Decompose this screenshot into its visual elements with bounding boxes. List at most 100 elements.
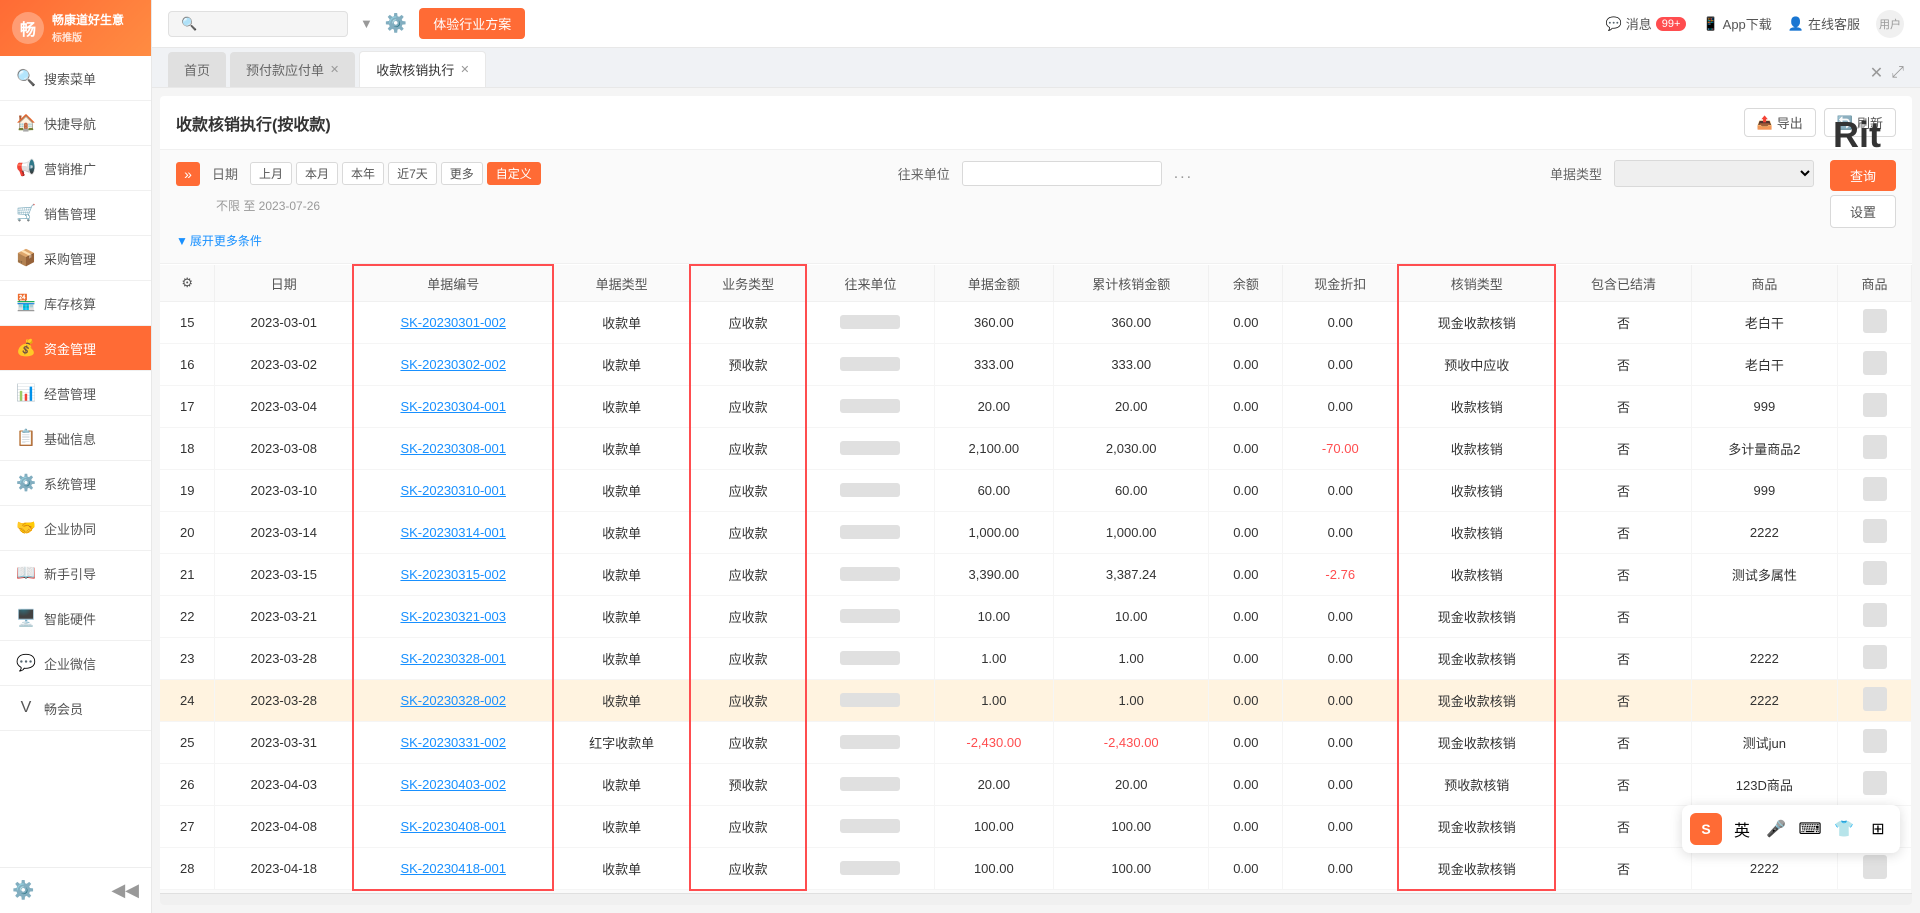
sidebar-settings-icon[interactable]: ⚙️ <box>12 880 34 901</box>
user-avatar[interactable]: 用户 <box>1876 10 1904 38</box>
tab-收款核销执行[interactable]: 收款核销执行✕ <box>359 51 486 87</box>
topbar-search-box[interactable]: 🔍 <box>168 11 348 37</box>
blurred-value <box>840 651 900 665</box>
logo-sub: 标推版 <box>52 29 124 44</box>
cell-balance: 0.00 <box>1209 344 1283 386</box>
bill-no-link[interactable]: SK-20230304-001 <box>400 399 506 414</box>
cell-balance: 0.00 <box>1209 428 1283 470</box>
cell-bill-no[interactable]: SK-20230418-001 <box>353 848 553 890</box>
cell-bill-no[interactable]: SK-20230314-001 <box>353 512 553 554</box>
sidebar-item-营销推广[interactable]: 📢营销推广 <box>0 146 151 191</box>
horizontal-scrollbar[interactable] <box>160 893 1912 905</box>
cell-date: 2023-04-18 <box>215 848 353 890</box>
tab-close-2[interactable]: ✕ <box>460 63 469 76</box>
tab-预付款应付单[interactable]: 预付款应付单✕ <box>230 52 355 87</box>
bill-no-link[interactable]: SK-20230302-002 <box>400 357 506 372</box>
cell-idx: 22 <box>160 596 215 638</box>
bill-no-link[interactable]: SK-20230301-002 <box>400 315 506 330</box>
topbar-settings-icon[interactable]: ⚙️ <box>385 13 407 34</box>
bill-no-link[interactable]: SK-20230321-003 <box>400 609 506 624</box>
bill-no-link[interactable]: SK-20230308-001 <box>400 441 506 456</box>
sidebar-item-资金管理[interactable]: 💰资金管理 <box>0 326 151 371</box>
float-icon-keyboard[interactable]: ⌨ <box>1796 815 1824 843</box>
sidebar-item-基础信息[interactable]: 📋基础信息 <box>0 416 151 461</box>
sidebar-item-智能硬件[interactable]: 🖥️智能硬件 <box>0 596 151 641</box>
bill-no-link[interactable]: SK-20230331-002 <box>400 735 506 750</box>
cell-writeoff-type: 现金收款核销 <box>1398 680 1555 722</box>
float-icon-text[interactable]: 英 <box>1728 815 1756 843</box>
cell-bill-no[interactable]: SK-20230408-001 <box>353 806 553 848</box>
cell-bill-no[interactable]: SK-20230315-002 <box>353 554 553 596</box>
cell-goods-img <box>1838 848 1912 890</box>
settings-button[interactable]: 设置 <box>1830 195 1896 228</box>
solution-button[interactable]: 体验行业方案 <box>419 8 525 39</box>
blurred-value <box>840 357 900 371</box>
partner-filter-input[interactable] <box>962 161 1162 186</box>
bill-no-link[interactable]: SK-20230328-001 <box>400 651 506 666</box>
sidebar-item-搜索菜单[interactable]: 🔍搜索菜单 <box>0 56 151 101</box>
date-btn-this-year[interactable]: 本年 <box>342 162 384 185</box>
sidebar-item-库存核算[interactable]: 🏪库存核算 <box>0 281 151 326</box>
goods-thumbnail <box>1863 351 1887 375</box>
cell-partner <box>806 386 934 428</box>
cell-bill-no[interactable]: SK-20230301-002 <box>353 302 553 344</box>
date-btn-this-month[interactable]: 本月 <box>296 162 338 185</box>
date-btn-custom[interactable]: 自定义 <box>487 162 541 185</box>
query-button[interactable]: 查询 <box>1830 160 1896 191</box>
online-service[interactable]: 👤 在线客服 <box>1788 14 1860 33</box>
sidebar-item-系统管理[interactable]: ⚙️系统管理 <box>0 461 151 506</box>
filter-expand-btn[interactable]: » <box>176 162 200 186</box>
cell-bill-no[interactable]: SK-20230321-003 <box>353 596 553 638</box>
sidebar-item-快捷导航[interactable]: 🏠快捷导航 <box>0 101 151 146</box>
sidebar-item-企业协同[interactable]: 🤝企业协同 <box>0 506 151 551</box>
cell-bill-no[interactable]: SK-20230328-002 <box>353 680 553 722</box>
float-icon-mic[interactable]: 🎤 <box>1762 815 1790 843</box>
sidebar-item-畅会员[interactable]: V畅会员 <box>0 686 151 731</box>
export-button[interactable]: 📤 导出 <box>1744 108 1816 137</box>
bill-no-link[interactable]: SK-20230418-001 <box>400 861 506 876</box>
cell-include-settled: 否 <box>1555 680 1691 722</box>
bill-no-link[interactable]: SK-20230408-001 <box>400 819 506 834</box>
expand-conditions-btn[interactable]: ▼ 展开更多条件 <box>176 232 1896 249</box>
cell-bill-no[interactable]: SK-20230304-001 <box>353 386 553 428</box>
app-download[interactable]: 📱 App下载 <box>1702 14 1771 33</box>
sidebar-item-销售管理[interactable]: 🛒销售管理 <box>0 191 151 236</box>
tab-expand[interactable]: ⤢ <box>1891 64 1904 82</box>
tab-close-all[interactable]: ✕ <box>1870 63 1883 83</box>
float-icon-grid[interactable]: ⊞ <box>1864 815 1892 843</box>
bill-no-link[interactable]: SK-20230310-001 <box>400 483 506 498</box>
sidebar-item-采购管理[interactable]: 📦采购管理 <box>0 236 151 281</box>
cell-date: 2023-03-01 <box>215 302 353 344</box>
cell-bill-no[interactable]: SK-20230331-002 <box>353 722 553 764</box>
sidebar-item-企业微信[interactable]: 💬企业微信 <box>0 641 151 686</box>
export-icon: 📤 <box>1757 115 1773 131</box>
cell-bill-no[interactable]: SK-20230328-001 <box>353 638 553 680</box>
cell-date: 2023-03-02 <box>215 344 353 386</box>
cell-bill-no[interactable]: SK-20230310-001 <box>353 470 553 512</box>
col-header-goods2: 商品 <box>1838 265 1912 302</box>
message-area[interactable]: 💬 消息 99+ <box>1606 14 1687 33</box>
bill-no-link[interactable]: SK-20230403-002 <box>400 777 506 792</box>
date-btn-7days[interactable]: 近7天 <box>388 162 437 185</box>
sidebar-collapse-icon[interactable]: ◀◀ <box>111 880 139 901</box>
bill-no-link[interactable]: SK-20230328-002 <box>400 693 506 708</box>
bill-type-select[interactable] <box>1614 160 1814 187</box>
sidebar-item-新手引导[interactable]: 📖新手引导 <box>0 551 151 596</box>
cell-bill-no[interactable]: SK-20230308-001 <box>353 428 553 470</box>
bill-no-link[interactable]: SK-20230315-002 <box>400 567 506 582</box>
sidebar-label-3: 销售管理 <box>44 204 96 223</box>
bill-no-link[interactable]: SK-20230314-001 <box>400 525 506 540</box>
date-btn-last-month[interactable]: 上月 <box>250 162 292 185</box>
dropdown-icon[interactable]: ▼ <box>360 16 373 31</box>
date-btn-more[interactable]: 更多 <box>441 162 483 185</box>
float-icon-shirt[interactable]: 👕 <box>1830 815 1858 843</box>
cell-bill-no[interactable]: SK-20230403-002 <box>353 764 553 806</box>
sidebar-item-经营管理[interactable]: 📊经营管理 <box>0 371 151 416</box>
cell-include-settled: 否 <box>1555 302 1691 344</box>
tab-close-1[interactable]: ✕ <box>330 63 339 76</box>
filter-row-2: 不限 至 2023-07-26 <box>176 197 1814 214</box>
tab-首页[interactable]: 首页 <box>168 52 226 87</box>
cell-idx: 28 <box>160 848 215 890</box>
cell-bill-no[interactable]: SK-20230302-002 <box>353 344 553 386</box>
cell-writeoff-type: 现金收款核销 <box>1398 638 1555 680</box>
